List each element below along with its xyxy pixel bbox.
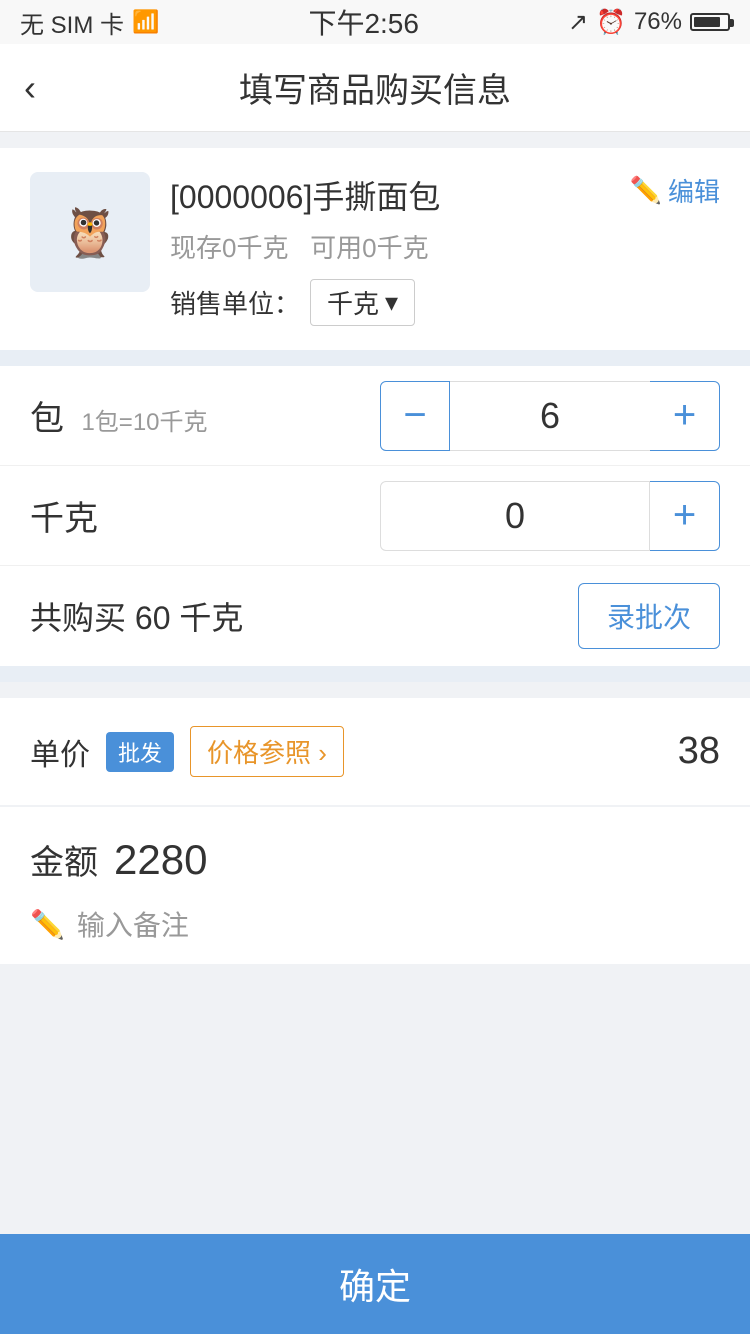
- bao-label: 包 1包=10千克: [30, 391, 360, 440]
- battery-pct: 76%: [634, 8, 682, 36]
- product-image: 🦉: [30, 172, 150, 292]
- product-card: 🦉 [0000006]手撕面包 现存0千克 可用0千克 销售单位： 千克 ▾ ✏…: [0, 148, 750, 350]
- content-area: [0, 964, 750, 1244]
- batch-button[interactable]: 录批次: [578, 583, 720, 649]
- price-value: 38: [678, 730, 720, 773]
- unit-value: 千克: [327, 284, 379, 321]
- note-row[interactable]: ✏️ 输入备注: [30, 904, 720, 944]
- location-icon: ↗: [568, 8, 588, 37]
- kg-qty-control: +: [380, 481, 720, 551]
- confirm-button[interactable]: 确定: [0, 1234, 750, 1334]
- product-stock: 现存0千克 可用0千克: [170, 228, 720, 265]
- product-logo: 🦉: [60, 204, 120, 261]
- page-title: 填写商品购买信息: [239, 63, 511, 112]
- price-section: 单价 批发 价格参照 › 38: [0, 698, 750, 805]
- back-button[interactable]: ‹: [24, 67, 36, 109]
- amount-value: 2280: [114, 836, 207, 884]
- note-label: 输入备注: [77, 904, 189, 944]
- alarm-icon: ⏰: [596, 8, 626, 37]
- note-icon: ✏️: [30, 908, 65, 941]
- stock-current: 现存0千克: [170, 233, 288, 263]
- bao-decrement-button[interactable]: −: [380, 381, 450, 451]
- wifi-icon: 📶: [132, 9, 159, 35]
- bao-row: 包 1包=10千克 − +: [0, 366, 750, 466]
- price-tag: 批发: [106, 732, 174, 772]
- separator-2: [0, 666, 750, 682]
- purchase-row: 共购买 60 千克 录批次: [0, 566, 750, 666]
- stock-available: 可用0千克: [310, 233, 428, 263]
- edit-label: 编辑: [668, 172, 720, 209]
- amount-section: 金额 2280 ✏️ 输入备注: [0, 807, 750, 964]
- battery-fill: [694, 17, 720, 27]
- product-unit: 销售单位： 千克 ▾: [170, 279, 720, 326]
- carrier-label: 无 SIM 卡: [20, 5, 124, 40]
- unit-select[interactable]: 千克 ▾: [310, 279, 415, 326]
- purchase-summary: 共购买 60 千克: [30, 593, 243, 639]
- separator-1: [0, 350, 750, 366]
- status-right: ↗ ⏰ 76%: [568, 8, 730, 37]
- input-section: 包 1包=10千克 − + 千克 +: [0, 366, 750, 566]
- kg-increment-button[interactable]: +: [650, 481, 720, 551]
- status-left: 无 SIM 卡 📶: [20, 5, 159, 40]
- price-label: 单价: [30, 730, 90, 774]
- kg-qty-input[interactable]: [380, 481, 650, 551]
- status-bar: 无 SIM 卡 📶 下午2:56 ↗ ⏰ 76%: [0, 0, 750, 44]
- unit-dropdown-icon: ▾: [385, 287, 398, 318]
- amount-label: 金额: [30, 835, 98, 884]
- kg-label: 千克: [30, 491, 360, 540]
- battery-bar: [690, 13, 730, 31]
- edit-button[interactable]: ✏️ 编辑: [630, 172, 720, 209]
- amount-row: 金额 2280: [30, 835, 720, 884]
- bao-increment-button[interactable]: +: [650, 381, 720, 451]
- bao-qty-input[interactable]: [450, 381, 650, 451]
- nav-bar: ‹ 填写商品购买信息: [0, 44, 750, 132]
- status-time: 下午2:56: [308, 2, 419, 42]
- bao-qty-control: − +: [380, 381, 720, 451]
- price-row: 单价 批发 价格参照 › 38: [30, 726, 720, 777]
- kg-row: 千克 +: [0, 466, 750, 566]
- edit-icon: ✏️: [630, 175, 662, 206]
- price-ref-button[interactable]: 价格参照 ›: [190, 726, 344, 777]
- bao-hint: 1包=10千克: [81, 409, 207, 436]
- unit-label: 销售单位：: [170, 284, 300, 321]
